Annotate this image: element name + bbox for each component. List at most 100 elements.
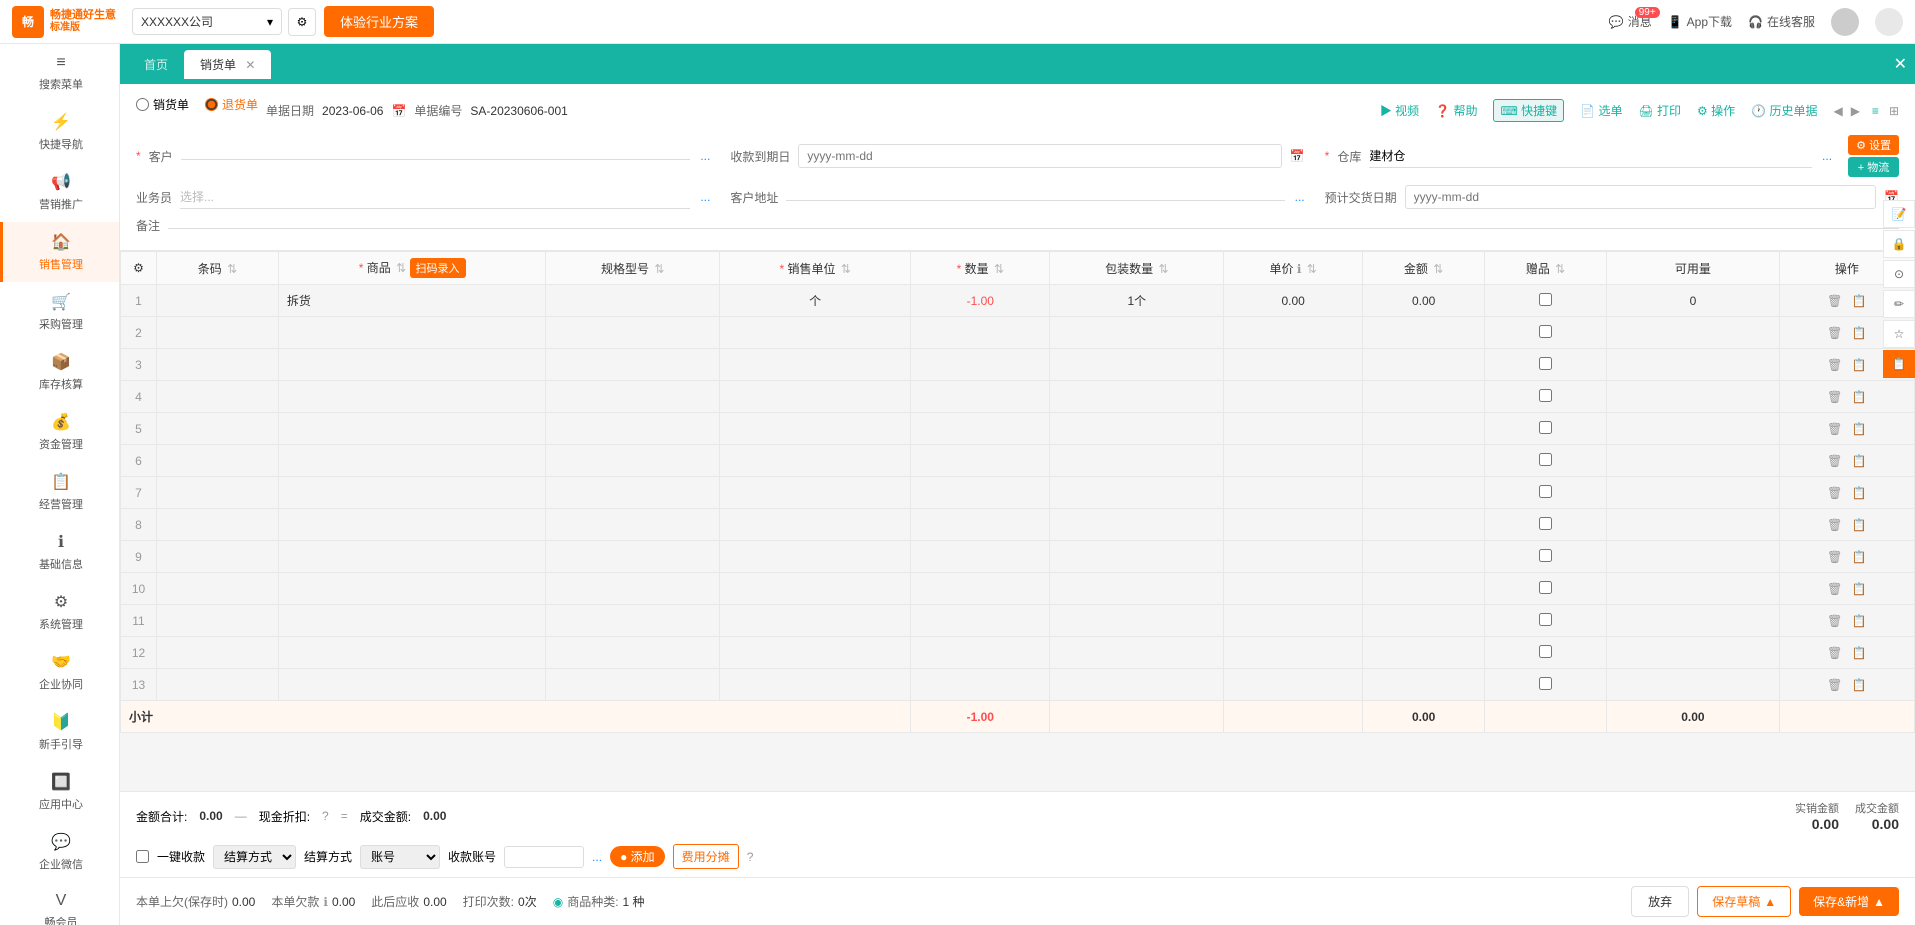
amount-cell[interactable]	[1363, 477, 1485, 509]
sidebar-item-marketing[interactable]: 📢 营销推广	[0, 162, 119, 222]
copy-icon[interactable]: 📋	[1849, 678, 1870, 692]
copy-icon[interactable]: 📋	[1849, 390, 1870, 404]
unit-cell[interactable]	[720, 445, 911, 477]
product-cell[interactable]	[278, 445, 545, 477]
quantity-cell[interactable]	[911, 605, 1050, 637]
barcode-cell[interactable]	[157, 381, 279, 413]
unit-price-cell[interactable]	[1224, 541, 1363, 573]
radio-return-order[interactable]: 退货单	[205, 96, 258, 113]
quantity-cell[interactable]	[911, 477, 1050, 509]
customer-input[interactable]	[181, 153, 691, 160]
pkg-qty-cell[interactable]	[1050, 381, 1224, 413]
app-download-btn[interactable]: 📱 App下载	[1668, 13, 1732, 30]
amount-cell[interactable]: 0.00	[1363, 285, 1485, 317]
spec-cell[interactable]	[546, 285, 720, 317]
sidebar-item-purchase[interactable]: 🛒 采购管理	[0, 282, 119, 342]
quantity-cell[interactable]	[911, 317, 1050, 349]
copy-icon[interactable]: 📋	[1849, 326, 1870, 340]
gift-cell[interactable]	[1485, 445, 1607, 477]
fee-help-icon[interactable]: ?	[747, 850, 754, 864]
amount-sort-icon[interactable]: ⇅	[1433, 262, 1443, 276]
pkg-qty-cell[interactable]: 1个	[1050, 285, 1224, 317]
delete-icon[interactable]: 🗑	[1824, 358, 1845, 372]
product-sort-icon[interactable]: ⇅	[396, 261, 406, 275]
copy-icon[interactable]: 📋	[1849, 454, 1870, 468]
unit-price-cell[interactable]	[1224, 477, 1363, 509]
quantity-cell[interactable]	[911, 573, 1050, 605]
spec-cell[interactable]	[546, 669, 720, 701]
gift-checkbox[interactable]	[1539, 677, 1552, 690]
calendar-icon[interactable]: 📅	[391, 104, 406, 118]
product-cell[interactable]	[278, 317, 545, 349]
barcode-cell[interactable]	[157, 285, 279, 317]
barcode-cell[interactable]	[157, 413, 279, 445]
message-btn[interactable]: 💬 消息 99+	[1609, 13, 1652, 30]
gift-cell[interactable]	[1485, 509, 1607, 541]
amount-cell[interactable]	[1363, 413, 1485, 445]
amount-cell[interactable]	[1363, 541, 1485, 573]
logistics-btn[interactable]: + 物流	[1848, 157, 1899, 177]
product-cell[interactable]: 拆货	[278, 285, 545, 317]
float-pencil-btn[interactable]: ✏	[1883, 290, 1915, 318]
unit-cell[interactable]	[720, 573, 911, 605]
delete-icon[interactable]: 🗑	[1824, 614, 1845, 628]
barcode-cell[interactable]	[157, 509, 279, 541]
avatar[interactable]	[1831, 8, 1859, 36]
sidebar-item-operations[interactable]: 📋 经营管理	[0, 462, 119, 522]
delete-icon[interactable]: 🗑	[1824, 454, 1845, 468]
help-icon[interactable]: ❓ 帮助	[1435, 102, 1477, 119]
gift-checkbox[interactable]	[1539, 357, 1552, 370]
sidebar-item-sales[interactable]: 🏠 销售管理	[0, 222, 119, 282]
quantity-cell[interactable]	[911, 413, 1050, 445]
tab-sales-order[interactable]: 销货单 ✕	[184, 50, 271, 79]
calendar2-icon[interactable]: 📅	[1290, 149, 1305, 163]
gift-checkbox[interactable]	[1539, 325, 1552, 338]
gift-cell[interactable]	[1485, 317, 1607, 349]
float-note-btn[interactable]: 📝	[1883, 200, 1915, 228]
sidebar-item-system[interactable]: ⚙ 系统管理	[0, 582, 119, 642]
product-cell[interactable]	[278, 541, 545, 573]
gift-cell[interactable]	[1485, 349, 1607, 381]
copy-icon[interactable]: 📋	[1849, 646, 1870, 660]
tab-bar-close-icon[interactable]: ✕	[1894, 54, 1907, 74]
delete-icon[interactable]: 🗑	[1824, 326, 1845, 340]
pkg-sort-icon[interactable]: ⇅	[1158, 262, 1168, 276]
sidebar-item-apps[interactable]: 🔲 应用中心	[0, 762, 119, 822]
gift-cell[interactable]	[1485, 285, 1607, 317]
spec-cell[interactable]	[546, 509, 720, 541]
history-icon[interactable]: 🕐 历史单据	[1751, 102, 1817, 119]
pkg-qty-cell[interactable]	[1050, 509, 1224, 541]
address-dots[interactable]: ...	[1295, 190, 1305, 204]
barcode-cell[interactable]	[157, 637, 279, 669]
copy-icon[interactable]: 📋	[1849, 358, 1870, 372]
save-new-button[interactable]: 保存&新增 ▲	[1799, 887, 1899, 916]
amount-cell[interactable]	[1363, 669, 1485, 701]
quantity-cell[interactable]	[911, 349, 1050, 381]
print-icon[interactable]: 🖨 打印	[1638, 102, 1681, 119]
gift-checkbox[interactable]	[1539, 645, 1552, 658]
unit-cell[interactable]	[720, 477, 911, 509]
gift-cell[interactable]	[1485, 573, 1607, 605]
gift-checkbox[interactable]	[1539, 613, 1552, 626]
price-sort-icon[interactable]: ⇅	[1307, 262, 1317, 276]
product-cell[interactable]	[278, 637, 545, 669]
grid-view-icon[interactable]: ⊞	[1889, 104, 1899, 118]
payment-amount-input[interactable]	[504, 846, 584, 868]
sidebar-item-member[interactable]: V 畅会员	[0, 882, 119, 925]
unit-cell[interactable]	[720, 605, 911, 637]
copy-icon[interactable]: 📋	[1849, 422, 1870, 436]
salesperson-dots[interactable]: ...	[700, 190, 710, 204]
unit-cell[interactable]	[720, 509, 911, 541]
unit-price-cell[interactable]: 0.00	[1224, 285, 1363, 317]
copy-icon[interactable]: 📋	[1849, 294, 1870, 308]
barcode-sort-icon[interactable]: ⇅	[227, 262, 237, 276]
qty-sort-icon[interactable]: ⇅	[994, 262, 1004, 276]
spec-cell[interactable]	[546, 541, 720, 573]
radio-sales-order[interactable]: 销货单	[136, 96, 189, 113]
spec-cell[interactable]	[546, 349, 720, 381]
float-lock-btn[interactable]: 🔒	[1883, 230, 1915, 258]
prev-icon[interactable]: ◀	[1833, 104, 1842, 118]
one-click-payment-checkbox[interactable]	[136, 850, 149, 863]
dots-icon[interactable]: ...	[592, 850, 602, 864]
quantity-cell[interactable]: -1.00	[911, 285, 1050, 317]
